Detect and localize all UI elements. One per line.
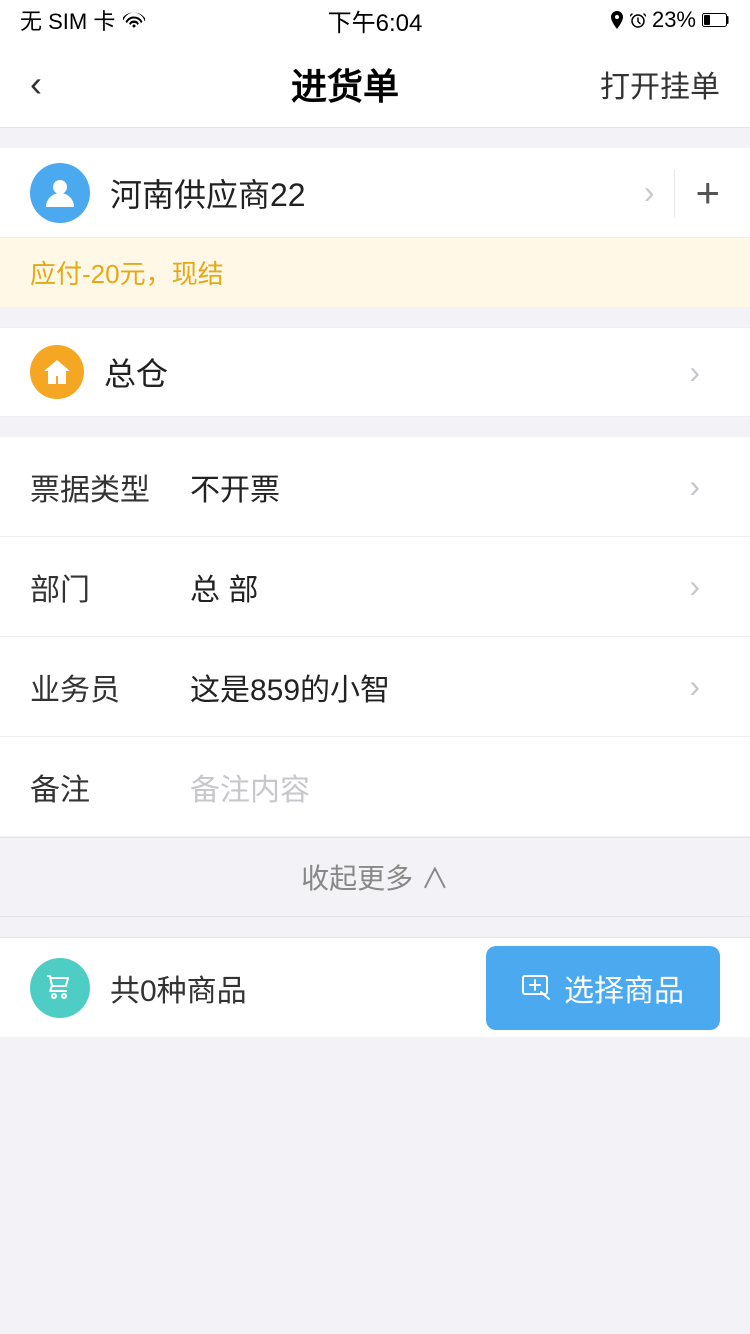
wifi-icon (123, 12, 145, 28)
department-label: 部门 (30, 565, 170, 609)
supplier-avatar (30, 163, 90, 223)
alert-text: 应付-20元，现结 (30, 259, 224, 289)
goods-count-label: 共0种商品 (110, 966, 247, 1010)
status-bar-left: 无 SIM 卡 (20, 4, 145, 36)
warehouse-chevron-icon: › (689, 354, 700, 391)
remark-row[interactable]: 备注 备注内容 (0, 737, 750, 837)
status-bar-time: 下午6:04 (328, 3, 423, 38)
bottom-bar: 共0种商品 选择商品 (0, 937, 750, 1037)
invoice-type-chevron-icon: › (689, 468, 700, 505)
nav-bar: ‹ 进货单 打开挂单 (0, 40, 750, 128)
select-goods-label: 选择商品 (564, 966, 684, 1010)
back-button[interactable]: ‹ (30, 63, 90, 105)
remark-input[interactable]: 备注内容 (170, 765, 720, 809)
invoice-type-row[interactable]: 票据类型 不开票 › (0, 437, 750, 537)
alarm-icon (630, 11, 646, 29)
salesperson-label: 业务员 (30, 665, 170, 709)
form-section: 票据类型 不开票 › 部门 总 部 › 业务员 这是859的小智 › 备注 备注… (0, 437, 750, 837)
remark-label: 备注 (30, 765, 170, 809)
invoice-type-label: 票据类型 (30, 465, 170, 509)
section-gap-1 (0, 128, 750, 148)
salesperson-chevron-icon: › (689, 668, 700, 705)
department-row[interactable]: 部门 总 部 › (0, 537, 750, 637)
alert-banner: 应付-20元，现结 (0, 238, 750, 307)
battery-label: 23% (652, 7, 696, 33)
supplier-chevron-icon: › (644, 174, 655, 211)
person-icon (42, 175, 78, 211)
add-supplier-button[interactable]: + (674, 169, 720, 217)
supplier-section: 河南供应商22 › + 应付-20元，现结 (0, 148, 750, 307)
warehouse-icon (30, 345, 84, 399)
warehouse-name: 总仓 (104, 349, 689, 395)
goods-icon (30, 958, 90, 1018)
house-icon (42, 357, 72, 387)
battery-icon (702, 13, 730, 27)
status-bar: 无 SIM 卡 下午6:04 23% (0, 0, 750, 40)
warehouse-row[interactable]: 总仓 › (0, 327, 750, 417)
collapse-button[interactable]: 收起更多 ∧ (0, 837, 750, 917)
location-icon (610, 11, 624, 29)
status-bar-right: 23% (610, 7, 730, 33)
salesperson-row[interactable]: 业务员 这是859的小智 › (0, 637, 750, 737)
department-chevron-icon: › (689, 568, 700, 605)
cart-icon (45, 973, 75, 1003)
supplier-name: 河南供应商22 (110, 170, 644, 216)
department-value: 总 部 (170, 565, 689, 609)
supplier-row[interactable]: 河南供应商22 › + (0, 148, 750, 238)
carrier-label: 无 SIM 卡 (20, 4, 115, 36)
open-pending-button[interactable]: 打开挂单 (600, 62, 720, 106)
select-goods-icon (522, 975, 552, 1001)
invoice-type-value: 不开票 (170, 465, 689, 509)
goods-info: 共0种商品 (30, 958, 247, 1018)
select-goods-button[interactable]: 选择商品 (486, 946, 720, 1030)
salesperson-value: 这是859的小智 (170, 665, 689, 709)
page-title: 进货单 (291, 58, 399, 110)
